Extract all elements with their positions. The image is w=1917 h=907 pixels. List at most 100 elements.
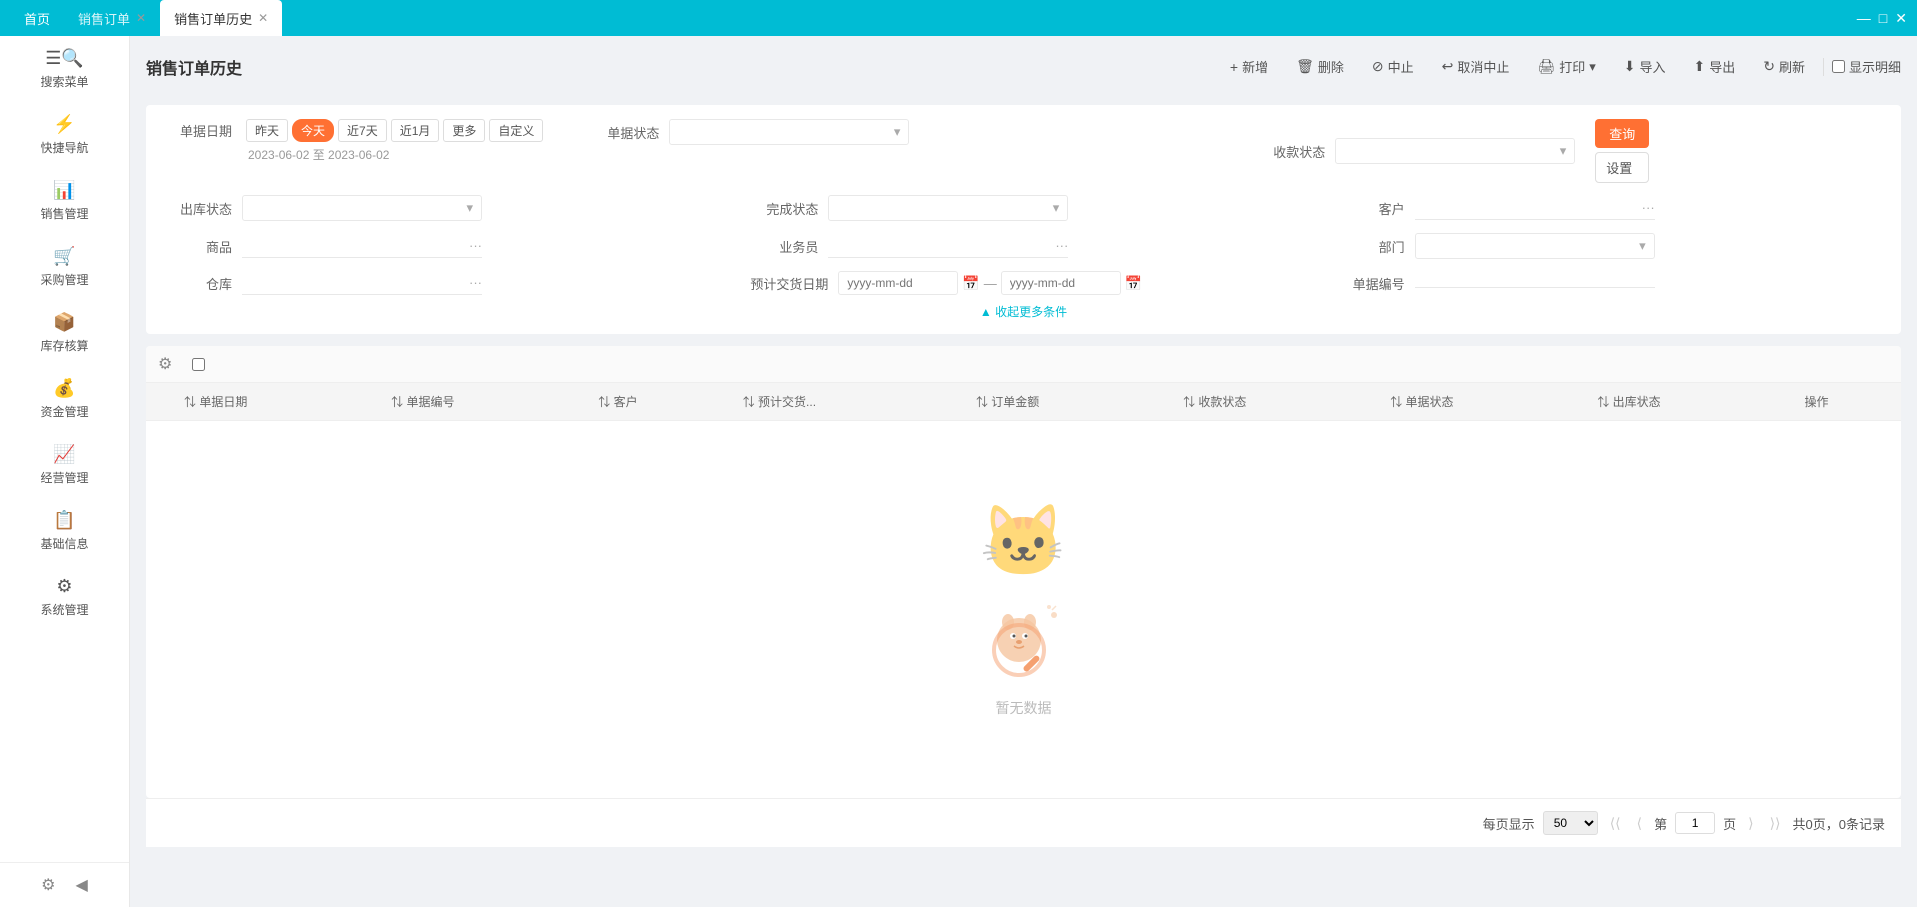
bill-status-select[interactable]: ▾ <box>669 119 909 145</box>
yesterday-btn[interactable]: 昨天 <box>246 119 288 142</box>
empty-text: 暂无数据 <box>996 698 1052 718</box>
th-bill-number[interactable]: ⇅ 单据编号 <box>383 383 590 421</box>
warehouse-more-icon[interactable]: ··· <box>469 275 482 290</box>
page-size-label: 每页显示 <box>1483 814 1535 833</box>
payment-status-label: 收款状态 <box>1255 142 1335 161</box>
minimize-icon[interactable]: — <box>1857 10 1871 26</box>
expected-delivery-label: 预计交货日期 <box>748 274 838 293</box>
data-table: ⇅ 单据日期 ⇅ 单据编号 ⇅ 客户 ⇅ 预计交货... ⇅ 订单金额 <box>146 383 1901 421</box>
tab-sales-order-history-close[interactable]: ✕ <box>258 11 268 25</box>
calendar-end-icon[interactable]: 📅 <box>1125 275 1142 292</box>
close-window-icon[interactable]: ✕ <box>1895 10 1907 27</box>
print-button[interactable]: 🖨 打印 ▾ <box>1527 52 1605 81</box>
sidebar-item-basic-info[interactable]: 📋 基础信息 <box>0 498 129 564</box>
export-button[interactable]: ⬆ 导出 <box>1683 52 1745 81</box>
first-page-btn[interactable]: ⟨⟨ <box>1606 813 1625 834</box>
go-to-label: 第 <box>1654 814 1667 833</box>
payment-status-chevron-icon: ▾ <box>1560 143 1567 159</box>
more-date-btn[interactable]: 更多 <box>443 119 485 142</box>
th-bill-date[interactable]: ⇅ 单据日期 <box>176 383 383 421</box>
sidebar-item-sales-mgmt[interactable]: 📊 销售管理 <box>0 168 129 234</box>
tab-sales-order-close[interactable]: ✕ <box>136 11 146 25</box>
sidebar-item-sales-mgmt-label: 销售管理 <box>40 205 88 222</box>
content-area: 销售订单历史 + 新增 🗑 删除 ⊘ 中止 ↩ 取消中止 <box>130 36 1917 907</box>
custom-date-btn[interactable]: 自定义 <box>489 119 543 142</box>
calendar-start-icon[interactable]: 📅 <box>962 275 979 292</box>
th-payment-status-label: ⇅ 收款状态 <box>1183 395 1246 409</box>
tab-home[interactable]: 首页 <box>10 0 64 36</box>
sidebar-item-quick-nav[interactable]: ⚡ 快捷导航 <box>0 102 129 168</box>
maximize-icon[interactable]: □ <box>1879 10 1887 26</box>
sidebar-item-search-menu[interactable]: ☰🔍 搜索菜单 <box>0 36 129 102</box>
today-btn[interactable]: 今天 <box>292 119 334 142</box>
sidebar-item-finance[interactable]: 💰 资金管理 <box>0 366 129 432</box>
current-page-input[interactable] <box>1675 812 1715 834</box>
collapse-bar[interactable]: ▲ 收起更多条件 <box>162 303 1885 320</box>
th-actions: 操作 <box>1796 383 1901 421</box>
th-delivery-status[interactable]: ⇅ 出库状态 <box>1589 383 1796 421</box>
select-all-checkbox[interactable] <box>192 358 205 371</box>
print-arrow-icon: ▾ <box>1589 59 1596 75</box>
expected-delivery-start[interactable] <box>838 271 958 295</box>
table-toolbar: ⚙ <box>146 346 1901 383</box>
page-size-select[interactable]: 20 50 100 <box>1543 811 1598 835</box>
product-more-icon[interactable]: ··· <box>469 238 482 253</box>
sales-mgmt-icon: 📊 <box>53 180 75 201</box>
th-customer[interactable]: ⇅ 客户 <box>590 383 734 421</box>
date-label: 单据日期 <box>162 121 242 140</box>
table-settings-icon[interactable]: ⚙ <box>158 354 172 374</box>
th-bill-status[interactable]: ⇅ 单据状态 <box>1382 383 1589 421</box>
last7days-btn[interactable]: 近7天 <box>338 119 387 142</box>
th-expected-delivery[interactable]: ⇅ 预计交货... <box>735 383 968 421</box>
department-select[interactable]: ▾ <box>1415 233 1655 259</box>
toolbar-divider <box>1823 58 1824 76</box>
salesperson-label: 业务员 <box>748 237 828 256</box>
last1month-btn[interactable]: 近1月 <box>391 119 440 142</box>
th-order-amount[interactable]: ⇅ 订单金额 <box>968 383 1175 421</box>
import-button[interactable]: ⬇ 导入 <box>1614 52 1676 81</box>
display-detail-checkbox[interactable] <box>1832 60 1845 73</box>
sidebar-item-operations[interactable]: 📈 经营管理 <box>0 432 129 498</box>
complete-status-select[interactable]: ▾ <box>828 195 1068 221</box>
top-bar: 首页 销售订单 ✕ 销售订单历史 ✕ — □ ✕ <box>0 0 1917 36</box>
tab-sales-order[interactable]: 销售订单 ✕ <box>64 0 160 36</box>
delete-label: 删除 <box>1318 57 1344 76</box>
sidebar: ☰🔍 搜索菜单 ⚡ 快捷导航 📊 销售管理 🛒 采购管理 📦 库存核算 💰 资金… <box>0 36 130 907</box>
department-label: 部门 <box>1335 237 1415 256</box>
product-label: 商品 <box>162 237 242 256</box>
tab-home-label: 首页 <box>24 9 50 28</box>
print-icon: 🖨 <box>1537 58 1555 75</box>
settings-filter-button[interactable]: 设置 <box>1595 152 1649 183</box>
last-page-btn[interactable]: ⟩⟩ <box>1766 813 1785 834</box>
prev-page-btn[interactable]: ⟨ <box>1633 813 1646 834</box>
expected-delivery-end[interactable] <box>1001 271 1121 295</box>
sidebar-item-purchase-mgmt[interactable]: 🛒 采购管理 <box>0 234 129 300</box>
stop-icon: ⊘ <box>1372 58 1384 75</box>
delivery-status-select[interactable]: ▾ <box>242 195 482 221</box>
customer-more-icon[interactable]: ··· <box>1642 200 1655 215</box>
sidebar-collapse-icon[interactable]: ◀ <box>76 875 88 895</box>
sidebar-item-inventory[interactable]: 📦 库存核算 <box>0 300 129 366</box>
sidebar-item-quick-nav-label: 快捷导航 <box>40 139 88 156</box>
th-delivery-status-label: ⇅ 出库状态 <box>1597 395 1660 409</box>
pagination: 每页显示 20 50 100 ⟨⟨ ⟨ 第 页 ⟩ ⟩⟩ 共0页，0条记录 <box>146 798 1901 847</box>
delete-button[interactable]: 🗑 删除 <box>1286 52 1354 81</box>
cancel-stop-button[interactable]: ↩ 取消中止 <box>1432 52 1520 81</box>
display-detail-toggle[interactable]: 显示明细 <box>1832 57 1901 76</box>
sidebar-settings-icon[interactable]: ⚙ <box>41 875 55 895</box>
payment-status-select[interactable]: ▾ <box>1335 138 1575 164</box>
refresh-button[interactable]: ↻ 刷新 <box>1753 52 1815 81</box>
new-button[interactable]: + 新增 <box>1220 52 1278 81</box>
tab-sales-order-history[interactable]: 销售订单历史 ✕ <box>160 0 282 36</box>
query-button[interactable]: 查询 <box>1595 119 1649 148</box>
stop-button[interactable]: ⊘ 中止 <box>1362 52 1424 81</box>
quick-nav-icon: ⚡ <box>53 114 75 135</box>
sidebar-item-inventory-label: 库存核算 <box>40 337 88 354</box>
salesperson-more-icon[interactable]: ··· <box>1055 238 1068 253</box>
complete-status-chevron-icon: ▾ <box>1053 200 1060 216</box>
sidebar-item-system[interactable]: ⚙ 系统管理 <box>0 564 129 630</box>
th-payment-status[interactable]: ⇅ 收款状态 <box>1175 383 1382 421</box>
th-bill-status-label: ⇅ 单据状态 <box>1390 395 1453 409</box>
th-order-amount-label: ⇅ 订单金额 <box>976 395 1039 409</box>
next-page-btn[interactable]: ⟩ <box>1744 813 1757 834</box>
